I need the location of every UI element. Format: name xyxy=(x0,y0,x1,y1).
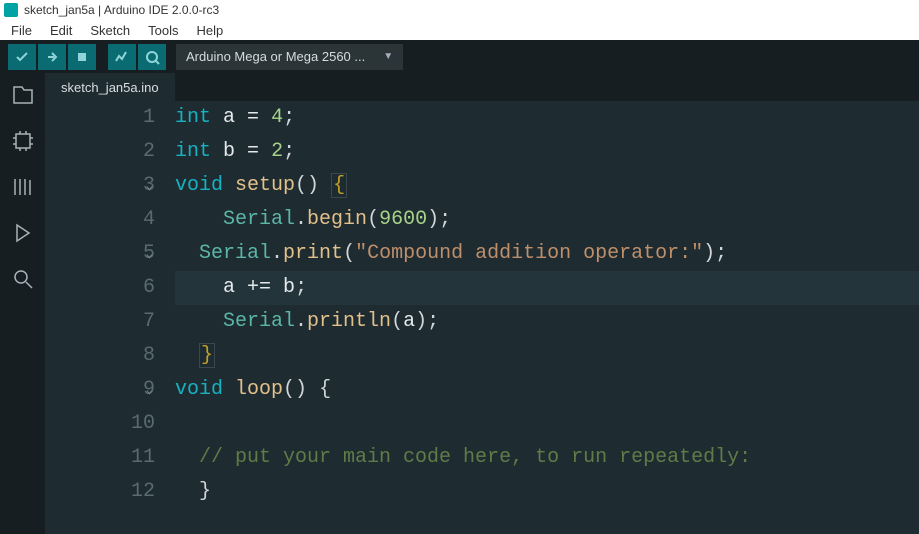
board-selector[interactable]: Arduino Mega or Mega 2560 ... ▼ xyxy=(176,44,403,70)
code-editor[interactable]: 1 2 3⌄ 4 5⌄ 6 7 8 9⌄ 10 11 12 int a = 4;… xyxy=(45,101,919,534)
main-area: sketch_jan5a.ino 1 2 3⌄ 4 5⌄ 6 7 8 9⌄ 10… xyxy=(0,73,919,534)
debug-icon[interactable] xyxy=(11,221,35,245)
debug-button[interactable] xyxy=(68,44,96,70)
serial-plotter-button[interactable] xyxy=(108,44,136,70)
search-icon[interactable] xyxy=(11,267,35,291)
serial-monitor-button[interactable] xyxy=(138,44,166,70)
window-title: sketch_jan5a | Arduino IDE 2.0.0-rc3 xyxy=(24,3,219,17)
verify-button[interactable] xyxy=(8,44,36,70)
menu-edit[interactable]: Edit xyxy=(41,23,81,38)
code-content[interactable]: int a = 4; int b = 2; void setup() { Ser… xyxy=(175,101,919,534)
explorer-icon[interactable] xyxy=(11,83,35,107)
menu-sketch[interactable]: Sketch xyxy=(81,23,139,38)
editor-area: sketch_jan5a.ino 1 2 3⌄ 4 5⌄ 6 7 8 9⌄ 10… xyxy=(45,73,919,534)
menu-bar: File Edit Sketch Tools Help xyxy=(0,20,919,40)
app-icon xyxy=(4,3,18,17)
menu-file[interactable]: File xyxy=(2,23,41,38)
chevron-down-icon: ▼ xyxy=(383,51,393,62)
menu-help[interactable]: Help xyxy=(187,23,232,38)
upload-button[interactable] xyxy=(38,44,66,70)
toolbar: Arduino Mega or Mega 2560 ... ▼ xyxy=(0,40,919,73)
boards-manager-icon[interactable] xyxy=(11,129,35,153)
fold-icon[interactable]: ⌄ xyxy=(146,237,153,271)
board-selector-label: Arduino Mega or Mega 2560 ... xyxy=(186,49,365,64)
fold-icon[interactable]: ⌄ xyxy=(146,169,153,203)
title-bar: sketch_jan5a | Arduino IDE 2.0.0-rc3 xyxy=(0,0,919,20)
tab-row: sketch_jan5a.ino xyxy=(45,73,919,101)
fold-icon[interactable]: ⌄ xyxy=(146,373,153,407)
gutter: 1 2 3⌄ 4 5⌄ 6 7 8 9⌄ 10 11 12 xyxy=(45,101,175,534)
activity-bar xyxy=(0,73,45,534)
menu-tools[interactable]: Tools xyxy=(139,23,187,38)
tab-sketch[interactable]: sketch_jan5a.ino xyxy=(45,73,175,101)
library-manager-icon[interactable] xyxy=(11,175,35,199)
